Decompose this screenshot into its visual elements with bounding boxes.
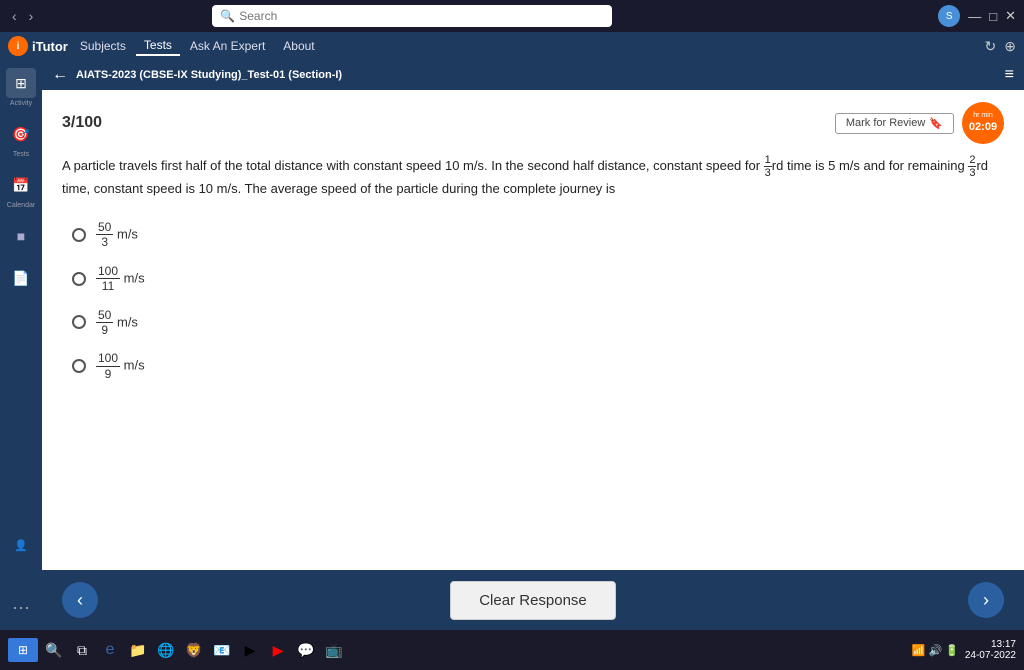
radio-b[interactable] bbox=[72, 272, 86, 286]
volume-icon: 🔊 bbox=[928, 644, 942, 657]
radio-d[interactable] bbox=[72, 359, 86, 373]
nav-back-btn[interactable]: ‹ bbox=[8, 8, 21, 24]
next-question-btn[interactable]: › bbox=[968, 582, 1004, 618]
main-container: ⊞ Activity 🎯 Tests 📅 Calendar ■ 📄 👤 ··· … bbox=[0, 60, 1024, 630]
assignment-icon[interactable]: ■ bbox=[6, 221, 36, 251]
calendar-label: Calendar bbox=[7, 202, 35, 209]
question-text: A particle travels first half of the tot… bbox=[62, 154, 1004, 200]
search-icon: 🔍 bbox=[220, 9, 235, 23]
prev-question-btn[interactable]: ‹ bbox=[62, 582, 98, 618]
option-a-text: 50 3 m/s bbox=[96, 220, 138, 250]
start-button[interactable]: ⊞ bbox=[8, 638, 38, 662]
settings-icon[interactable]: ⊕ bbox=[1004, 38, 1016, 55]
title-bar-nav: ‹ › bbox=[8, 8, 37, 24]
calendar-icon[interactable]: 📅 bbox=[6, 170, 36, 200]
close-btn[interactable]: ✕ bbox=[1005, 8, 1016, 24]
radio-c[interactable] bbox=[72, 315, 86, 329]
option-d-text: 100 9 m/s bbox=[96, 351, 145, 381]
title-bar: ‹ › 🔍 S — □ ✕ bbox=[0, 0, 1024, 32]
question-number: 3/100 bbox=[62, 114, 102, 132]
network-icon: 📶 bbox=[912, 644, 926, 657]
battery-icon: 🔋 bbox=[945, 644, 959, 657]
option-d[interactable]: 100 9 m/s bbox=[72, 351, 1004, 381]
question-header: 3/100 Mark for Review 🔖 hr min 02:09 bbox=[62, 102, 1004, 144]
taskbar: ⊞ 🔍 ⧉ e 📁 🌐 🦁 📧 ▶ ▶ 💬 📺 📶 🔊 🔋 13:17 24-0… bbox=[0, 630, 1024, 670]
timer-badge: hr min 02:09 bbox=[962, 102, 1004, 144]
minimize-btn[interactable]: — bbox=[968, 9, 981, 24]
sidebar-item-docs[interactable]: 📄 bbox=[6, 263, 36, 293]
option-a[interactable]: 50 3 m/s bbox=[72, 220, 1004, 250]
back-arrow-btn[interactable]: ← bbox=[52, 66, 68, 84]
user-icon[interactable]: 👤 bbox=[6, 530, 36, 560]
sidebar-item-user[interactable]: 👤 bbox=[6, 530, 36, 560]
bookmark-icon: 🔖 bbox=[929, 117, 943, 130]
search-bar[interactable]: 🔍 bbox=[212, 5, 612, 27]
title-bar-controls: S — □ ✕ bbox=[938, 5, 1016, 27]
taskbar-right: 📶 🔊 🔋 13:17 24-07-2022 bbox=[912, 639, 1016, 661]
breadcrumb-text: AIATS-2023 (CBSE-IX Studying)_Test-01 (S… bbox=[76, 69, 342, 81]
tele-icon[interactable]: 📺 bbox=[322, 638, 346, 662]
mark-review-btn[interactable]: Mark for Review 🔖 bbox=[835, 113, 954, 134]
sidebar-item-calendar[interactable]: 📅 Calendar bbox=[6, 170, 36, 209]
app-logo: i iTutor bbox=[8, 36, 68, 56]
system-tray: 📶 🔊 🔋 bbox=[912, 644, 959, 657]
question-area: 3/100 Mark for Review 🔖 hr min 02:09 A p… bbox=[42, 90, 1024, 570]
bottom-bar: ‹ Clear Response › bbox=[42, 570, 1024, 630]
tests-label: Tests bbox=[13, 151, 29, 158]
dots-icon: ··· bbox=[6, 592, 36, 622]
sidebar: ⊞ Activity 🎯 Tests 📅 Calendar ■ 📄 👤 ··· bbox=[0, 60, 42, 630]
menu-tests[interactable]: Tests bbox=[136, 36, 180, 56]
avatar: S bbox=[938, 5, 960, 27]
taskbar-icons: 🔍 ⧉ e 📁 🌐 🦁 📧 ▶ ▶ 💬 📺 bbox=[42, 638, 346, 662]
radio-a[interactable] bbox=[72, 228, 86, 242]
menu-bar: i iTutor Subjects Tests Ask An Expert Ab… bbox=[0, 32, 1024, 60]
video-icon[interactable]: ▶ bbox=[238, 638, 262, 662]
chrome-icon[interactable]: 🌐 bbox=[154, 638, 178, 662]
sidebar-item-tests[interactable]: 🎯 Tests bbox=[6, 119, 36, 158]
breadcrumb-bar: ← AIATS-2023 (CBSE-IX Studying)_Test-01 … bbox=[42, 60, 1024, 90]
app-name: iTutor bbox=[32, 39, 68, 54]
search-input[interactable] bbox=[239, 9, 604, 23]
question-header-right: Mark for Review 🔖 hr min 02:09 bbox=[835, 102, 1004, 144]
menu-bar-items: Subjects Tests Ask An Expert About bbox=[72, 36, 323, 56]
option-b-text: 100 11 m/s bbox=[96, 264, 145, 294]
sidebar-item-activity[interactable]: ⊞ Activity bbox=[6, 68, 36, 107]
brave-icon[interactable]: 🦁 bbox=[182, 638, 206, 662]
activity-label: Activity bbox=[10, 100, 32, 107]
menu-subjects[interactable]: Subjects bbox=[72, 37, 134, 55]
maximize-btn[interactable]: □ bbox=[989, 9, 997, 24]
options-list: 50 3 m/s 100 11 m/s bbox=[72, 220, 1004, 381]
youtube-icon[interactable]: ▶ bbox=[266, 638, 290, 662]
refresh-icon[interactable]: ↻ bbox=[985, 38, 997, 55]
docs-icon[interactable]: 📄 bbox=[6, 263, 36, 293]
sidebar-item-assignment[interactable]: ■ bbox=[6, 221, 36, 251]
edge-icon[interactable]: e bbox=[98, 638, 122, 662]
hamburger-menu[interactable]: ≡ bbox=[1005, 66, 1014, 84]
content-area: ← AIATS-2023 (CBSE-IX Studying)_Test-01 … bbox=[42, 60, 1024, 630]
menu-ask-expert[interactable]: Ask An Expert bbox=[182, 37, 273, 55]
option-c-text: 50 9 m/s bbox=[96, 308, 138, 338]
logo-icon: i bbox=[8, 36, 28, 56]
explorer-icon[interactable]: 📁 bbox=[126, 638, 150, 662]
taskbar-clock: 13:17 24-07-2022 bbox=[965, 639, 1016, 661]
clear-response-btn[interactable]: Clear Response bbox=[450, 581, 616, 620]
activity-icon[interactable]: ⊞ bbox=[6, 68, 36, 98]
nav-forward-btn[interactable]: › bbox=[25, 8, 38, 24]
tests-icon[interactable]: 🎯 bbox=[6, 119, 36, 149]
menu-bar-right: ↻ ⊕ bbox=[985, 38, 1016, 55]
option-b[interactable]: 100 11 m/s bbox=[72, 264, 1004, 294]
search-taskbar-icon[interactable]: 🔍 bbox=[42, 638, 66, 662]
mail-icon[interactable]: 📧 bbox=[210, 638, 234, 662]
taskview-icon[interactable]: ⧉ bbox=[70, 638, 94, 662]
whatsapp-icon[interactable]: 💬 bbox=[294, 638, 318, 662]
menu-about[interactable]: About bbox=[275, 37, 322, 55]
option-c[interactable]: 50 9 m/s bbox=[72, 308, 1004, 338]
